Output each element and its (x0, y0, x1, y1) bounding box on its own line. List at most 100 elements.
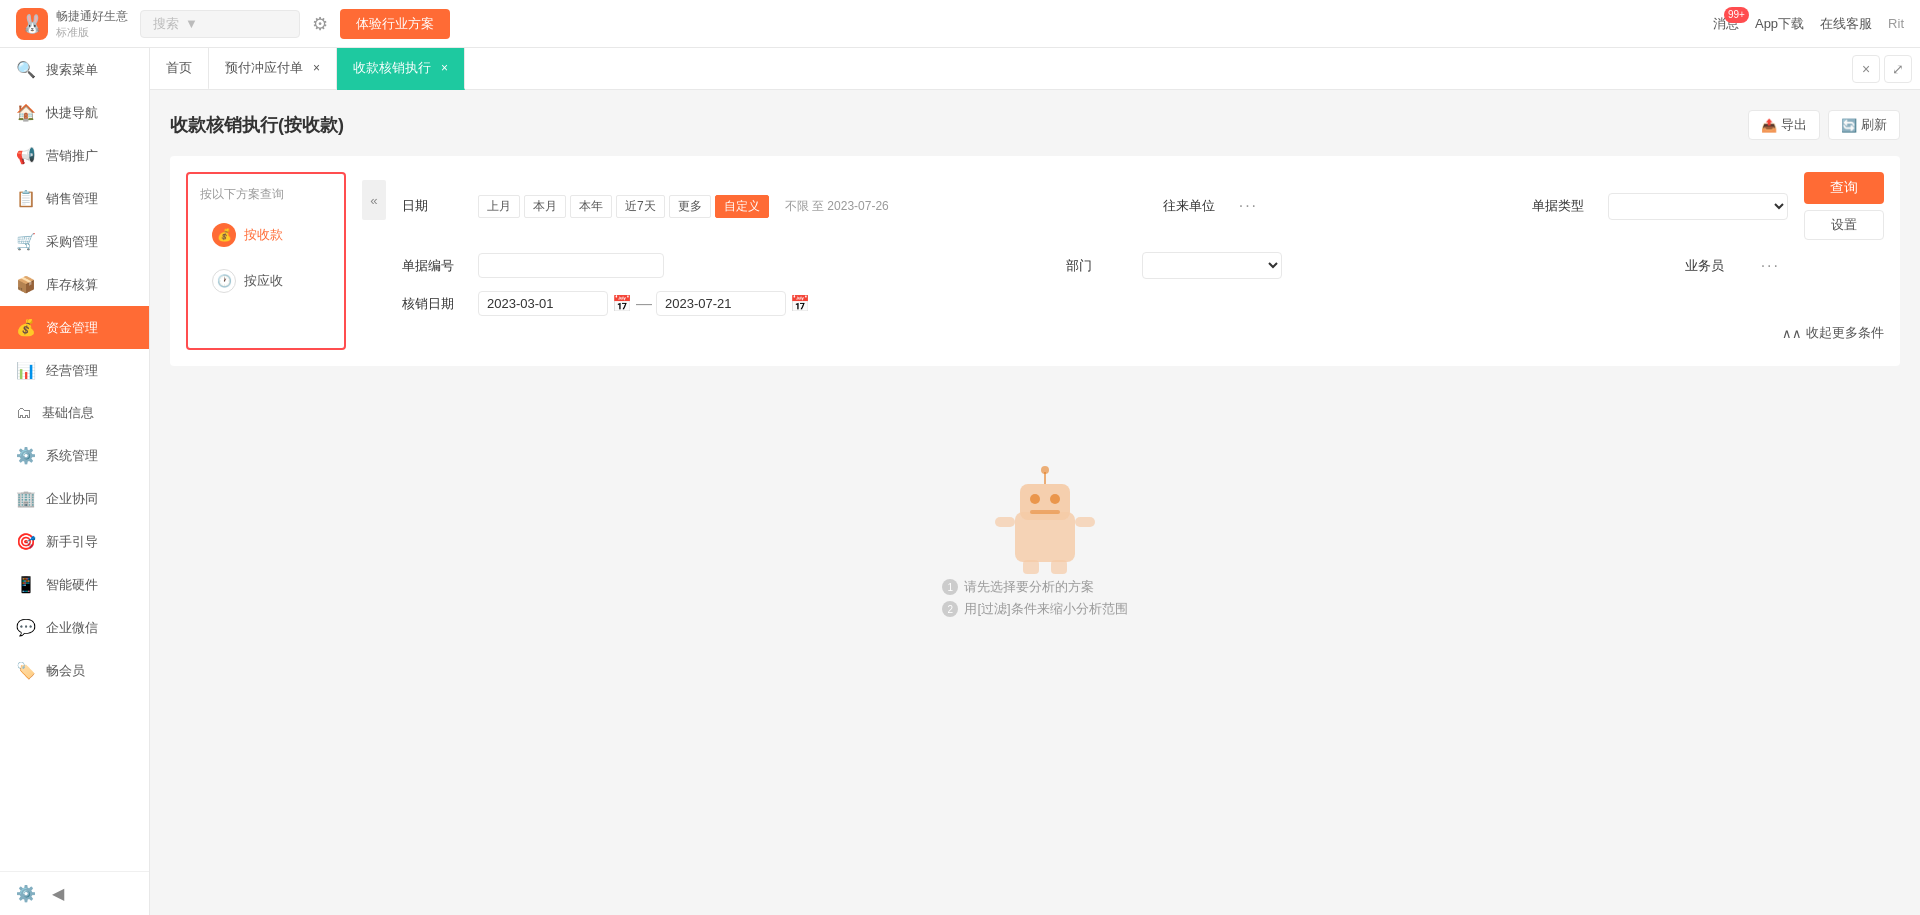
basic-info-icon: 🗂 (16, 404, 32, 422)
tab-home[interactable]: 首页 (150, 48, 209, 90)
page-content: 收款核销执行(按收款) 📤 导出 🔄 刷新 按以下方案查询 (150, 90, 1920, 915)
robot-svg (985, 462, 1105, 582)
sidebar-item-member[interactable]: 🏷️ 畅会员 (0, 649, 149, 692)
industry-btn[interactable]: 体验行业方案 (340, 9, 450, 39)
sidebar-collapse-icon[interactable]: ◀ (52, 884, 64, 903)
gear-icon[interactable]: ⚙ (312, 13, 328, 35)
tab-prepay-label: 预付冲应付单 (225, 59, 303, 77)
tip-num-2: 2 (942, 601, 958, 617)
purchase-icon: 🛒 (16, 232, 36, 251)
svg-rect-1 (1020, 484, 1070, 520)
topbar-left: 🐰 畅捷通好生意 标准版 搜索 ▼ ⚙ 体验行业方案 (16, 8, 450, 40)
filter-collapse-btn[interactable]: « (362, 180, 386, 220)
tab-receipts-close[interactable]: × (441, 61, 448, 75)
sidebar-label-sales: 销售管理 (46, 190, 98, 208)
marketing-icon: 📢 (16, 146, 36, 165)
sidebar-settings-icon[interactable]: ⚙️ (16, 884, 36, 903)
sidebar-item-operations[interactable]: 📊 经营管理 (0, 349, 149, 392)
member-icon: 🏷️ (16, 661, 36, 680)
svg-rect-7 (1023, 560, 1039, 574)
window-maximize-btn[interactable]: ⤢ (1884, 55, 1912, 83)
date-btn-last-month[interactable]: 上月 (478, 195, 520, 218)
filter-row-1: 日期 上月 本月 本年 近7天 更多 自定义 不限 至 2023-07-26 (402, 172, 1884, 240)
search-menu-icon: 🔍 (16, 60, 36, 79)
verify-date-start-cal-icon[interactable]: 📅 (612, 294, 632, 313)
sidebar-item-guide[interactable]: 🎯 新手引导 (0, 520, 149, 563)
empty-state: 1 请先选择要分析的方案 2 用[过滤]条件来缩小分析范围 (170, 382, 1900, 702)
filter-row-3: 核销日期 📅 — 📅 (402, 291, 1884, 316)
sidebar-item-enterprise[interactable]: 🏢 企业协同 (0, 477, 149, 520)
tabs-bar: 首页 预付冲应付单 × 收款核销执行 × × ⤢ (150, 48, 1920, 90)
empty-illustration (985, 462, 1085, 562)
topbar-right: 消息 99+ App下载 在线客服 Rit (1713, 15, 1904, 33)
sidebar-item-basic-info[interactable]: 🗂 基础信息 (0, 392, 149, 434)
tab-prepay[interactable]: 预付冲应付单 × (209, 48, 337, 90)
sidebar-label-inventory: 库存核算 (46, 276, 98, 294)
logo-title: 畅捷通好生意 (56, 8, 128, 25)
sidebar-item-system[interactable]: ⚙️ 系统管理 (0, 434, 149, 477)
filter-fields: 日期 上月 本月 本年 近7天 更多 自定义 不限 至 2023-07-26 (402, 172, 1884, 350)
page-title: 收款核销执行(按收款) (170, 113, 344, 137)
app-download-link[interactable]: App下载 (1755, 15, 1804, 33)
sidebar-item-inventory[interactable]: 📦 库存核算 (0, 263, 149, 306)
doc-no-label: 单据编号 (402, 257, 462, 275)
tab-receipts[interactable]: 收款核销执行 × (337, 48, 465, 90)
filter-option-receipt[interactable]: 💰 按收款 (200, 215, 332, 255)
topbar-search[interactable]: 搜索 ▼ (140, 10, 300, 38)
sidebar-item-wechat[interactable]: 💬 企业微信 (0, 606, 149, 649)
date-range-text: 不限 至 2023-07-26 (785, 198, 889, 215)
logo-text: 畅捷通好生意 标准版 (56, 8, 128, 40)
verify-date-end-cal-icon[interactable]: 📅 (790, 294, 810, 313)
sidebar: 🔍 搜索菜单 🏠 快捷导航 📢 营销推广 📋 销售管理 🛒 采购管理 📦 库存核… (0, 48, 150, 915)
dept-select[interactable] (1142, 252, 1282, 279)
doc-type-select[interactable] (1608, 193, 1788, 220)
sidebar-label-operations: 经营管理 (46, 362, 98, 380)
svg-point-3 (1050, 494, 1060, 504)
export-btn[interactable]: 📤 导出 (1748, 110, 1820, 140)
date-btn-this-month[interactable]: 本月 (524, 195, 566, 218)
filter-option-receivable[interactable]: 🕐 按应收 (200, 261, 332, 301)
verify-date-start-input[interactable] (478, 291, 608, 316)
filter-scheme-panel: 按以下方案查询 💰 按收款 🕐 按应收 (186, 172, 346, 350)
doc-no-input[interactable] (478, 253, 664, 278)
tabs-actions: × ⤢ (1852, 55, 1920, 83)
svg-point-2 (1030, 494, 1040, 504)
sidebar-item-search-menu[interactable]: 🔍 搜索菜单 (0, 48, 149, 91)
tip-text-2: 用[过滤]条件来缩小分析范围 (964, 600, 1127, 618)
staff-dots[interactable]: ··· (1761, 257, 1780, 275)
page-actions: 📤 导出 🔄 刷新 (1748, 110, 1900, 140)
inventory-icon: 📦 (16, 275, 36, 294)
sidebar-item-finance[interactable]: 💰 资金管理 (0, 306, 149, 349)
verify-date-end-input[interactable] (656, 291, 786, 316)
date-btn-7days[interactable]: 近7天 (616, 195, 665, 218)
setting-btn[interactable]: 设置 (1804, 210, 1884, 240)
refresh-btn[interactable]: 🔄 刷新 (1828, 110, 1900, 140)
verify-date-group: 📅 — 📅 (478, 291, 810, 316)
sidebar-bottom: ⚙️ ◀ (0, 871, 149, 915)
sidebar-item-quick-nav[interactable]: 🏠 快捷导航 (0, 91, 149, 134)
collapse-more-btn[interactable]: ∧∧ 收起更多条件 (402, 316, 1884, 350)
logo-subtitle: 标准版 (56, 25, 128, 40)
main-layout: 🔍 搜索菜单 🏠 快捷导航 📢 营销推广 📋 销售管理 🛒 采购管理 📦 库存核… (0, 48, 1920, 915)
online-service-link[interactable]: 在线客服 (1820, 15, 1872, 33)
message-icon[interactable]: 消息 99+ (1713, 15, 1739, 33)
date-btn-custom[interactable]: 自定义 (715, 195, 769, 218)
window-close-btn[interactable]: × (1852, 55, 1880, 83)
sidebar-item-purchase[interactable]: 🛒 采购管理 (0, 220, 149, 263)
date-btn-more[interactable]: 更多 (669, 195, 711, 218)
tab-prepay-close[interactable]: × (313, 61, 320, 75)
sidebar-item-marketing[interactable]: 📢 营销推广 (0, 134, 149, 177)
sidebar-item-hardware[interactable]: 📱 智能硬件 (0, 563, 149, 606)
date-label: 日期 (402, 197, 462, 215)
filter-row-2: 单据编号 部门 业务员 ··· (402, 252, 1884, 279)
tab-receipts-label: 收款核销执行 (353, 59, 431, 77)
sidebar-label-wechat: 企业微信 (46, 619, 98, 637)
enterprise-icon: 🏢 (16, 489, 36, 508)
quick-nav-icon: 🏠 (16, 103, 36, 122)
sidebar-item-sales[interactable]: 📋 销售管理 (0, 177, 149, 220)
party-dots[interactable]: ··· (1239, 197, 1258, 215)
wechat-icon: 💬 (16, 618, 36, 637)
date-btn-this-year[interactable]: 本年 (570, 195, 612, 218)
query-btn[interactable]: 查询 (1804, 172, 1884, 204)
search-placeholder: 搜索 (153, 15, 179, 33)
